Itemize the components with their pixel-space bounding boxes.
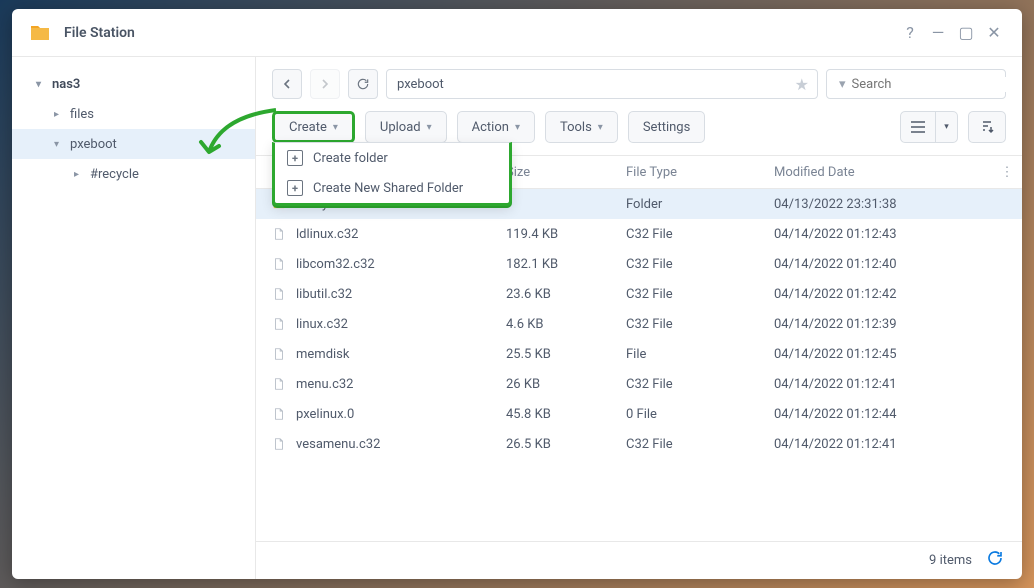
file-type: 0 File xyxy=(626,407,774,422)
file-size: 26 KB xyxy=(506,377,626,392)
item-count: 9 items xyxy=(929,553,972,568)
search-dropdown-icon[interactable]: ▾ xyxy=(839,77,846,92)
refresh-button[interactable] xyxy=(348,69,378,99)
file-size: 4.6 KB xyxy=(506,317,626,332)
status-bar: 9 items xyxy=(256,541,1022,579)
file-date: 04/14/2022 01:12:41 xyxy=(774,437,992,452)
view-dropdown-button[interactable]: ▾ xyxy=(936,111,958,143)
maximize-button[interactable]: ▢ xyxy=(954,21,978,45)
path-input[interactable]: pxeboot ★ xyxy=(386,69,818,99)
file-size: 119.4 KB xyxy=(506,227,626,242)
file-type: C32 File xyxy=(626,227,774,242)
file-type: C32 File xyxy=(626,437,774,452)
tools-button[interactable]: Tools xyxy=(545,111,618,143)
file-name: linux.c32 xyxy=(296,317,348,332)
help-button[interactable]: ? xyxy=(898,21,922,45)
create-folder-item[interactable]: +Create folder xyxy=(275,143,509,173)
plus-icon: + xyxy=(287,180,303,196)
table-row[interactable]: linux.c32 4.6 KBC32 File04/14/2022 01:12:… xyxy=(256,309,1022,339)
table-row[interactable]: vesamenu.c32 26.5 KBC32 File04/14/2022 01… xyxy=(256,429,1022,459)
file-type: C32 File xyxy=(626,377,774,392)
file-date: 04/13/2022 23:31:38 xyxy=(774,197,992,212)
upload-button[interactable]: Upload xyxy=(365,111,447,143)
table-row[interactable]: pxelinux.0 45.8 KB0 File04/14/2022 01:12:… xyxy=(256,399,1022,429)
tree-item-label: #recycle xyxy=(90,167,139,182)
sidebar: ▾nas3 ▸files ▾pxeboot ▸#recycle xyxy=(12,57,256,579)
file-name: vesamenu.c32 xyxy=(296,437,380,452)
titlebar: File Station ? — ▢ ✕ xyxy=(12,9,1022,57)
th-type[interactable]: File Type xyxy=(626,165,774,180)
file-type: C32 File xyxy=(626,317,774,332)
view-list-button[interactable] xyxy=(900,111,936,143)
search-input[interactable] xyxy=(852,77,1018,92)
th-size[interactable]: Size xyxy=(506,165,626,180)
refresh-status-button[interactable] xyxy=(986,549,1004,572)
table-row[interactable]: libutil.c32 23.6 KBC32 File04/14/2022 01:… xyxy=(256,279,1022,309)
app-title: File Station xyxy=(64,25,135,41)
table-row[interactable]: libcom32.c32 182.1 KBC32 File04/14/2022 0… xyxy=(256,249,1022,279)
file-name: libcom32.c32 xyxy=(296,257,375,272)
file-size: 23.6 KB xyxy=(506,287,626,302)
favorite-icon[interactable]: ★ xyxy=(795,75,809,94)
file-name: memdisk xyxy=(296,347,350,362)
file-type: Folder xyxy=(626,197,774,212)
file-size: 26.5 KB xyxy=(506,437,626,452)
action-button[interactable]: Action xyxy=(457,111,535,143)
tree-root-label: nas3 xyxy=(52,77,80,92)
file-size: 182.1 KB xyxy=(506,257,626,272)
file-date: 04/14/2022 01:12:41 xyxy=(774,377,992,392)
file-date: 04/14/2022 01:12:40 xyxy=(774,257,992,272)
th-date[interactable]: Modified Date xyxy=(774,165,992,180)
minimize-button[interactable]: — xyxy=(926,21,950,45)
file-date: 04/14/2022 01:12:39 xyxy=(774,317,992,332)
main-panel: pxeboot ★ ▾ Create Upload Action Tools Se… xyxy=(256,57,1022,579)
file-date: 04/14/2022 01:12:43 xyxy=(774,227,992,242)
file-type: File xyxy=(626,347,774,362)
file-size: 25.5 KB xyxy=(506,347,626,362)
file-table: Name Size File Type Modified Date ⋮ #rec… xyxy=(256,155,1022,541)
file-date: 04/14/2022 01:12:44 xyxy=(774,407,992,422)
tree-item-pxeboot[interactable]: ▾pxeboot xyxy=(12,129,255,159)
plus-icon: + xyxy=(287,150,303,166)
tree-item-label: pxeboot xyxy=(70,137,117,152)
app-icon xyxy=(28,21,52,45)
file-date: 04/14/2022 01:12:45 xyxy=(774,347,992,362)
tree-item-files[interactable]: ▸files xyxy=(12,99,255,129)
forward-button[interactable] xyxy=(310,69,340,99)
file-size: 45.8 KB xyxy=(506,407,626,422)
file-type: C32 File xyxy=(626,287,774,302)
file-date: 04/14/2022 01:12:42 xyxy=(774,287,992,302)
file-type: C32 File xyxy=(626,257,774,272)
tree-root[interactable]: ▾nas3 xyxy=(12,69,255,99)
settings-button[interactable]: Settings xyxy=(628,111,705,143)
table-row[interactable]: ldlinux.c32 119.4 KBC32 File04/14/2022 01… xyxy=(256,219,1022,249)
file-name: ldlinux.c32 xyxy=(296,227,358,242)
search-box[interactable]: ▾ xyxy=(826,69,1006,99)
create-button[interactable]: Create xyxy=(272,111,355,143)
th-more[interactable]: ⋮ xyxy=(992,165,1022,180)
back-button[interactable] xyxy=(272,69,302,99)
tree-item-label: files xyxy=(70,107,94,122)
file-name: pxelinux.0 xyxy=(296,407,354,422)
table-row[interactable]: memdisk 25.5 KBFile04/14/2022 01:12:45 xyxy=(256,339,1022,369)
path-text: pxeboot xyxy=(397,77,444,92)
tree-item-recycle[interactable]: ▸#recycle xyxy=(12,159,255,189)
file-name: menu.c32 xyxy=(296,377,353,392)
table-row[interactable]: menu.c32 26 KBC32 File04/14/2022 01:12:41 xyxy=(256,369,1022,399)
sort-button[interactable] xyxy=(968,111,1006,143)
file-name: libutil.c32 xyxy=(296,287,352,302)
create-shared-folder-item[interactable]: +Create New Shared Folder xyxy=(275,173,509,203)
app-window: File Station ? — ▢ ✕ ▾nas3 ▸files ▾pxebo… xyxy=(12,9,1022,579)
create-dropdown: +Create folder +Create New Shared Folder xyxy=(272,142,512,206)
close-button[interactable]: ✕ xyxy=(982,21,1006,45)
